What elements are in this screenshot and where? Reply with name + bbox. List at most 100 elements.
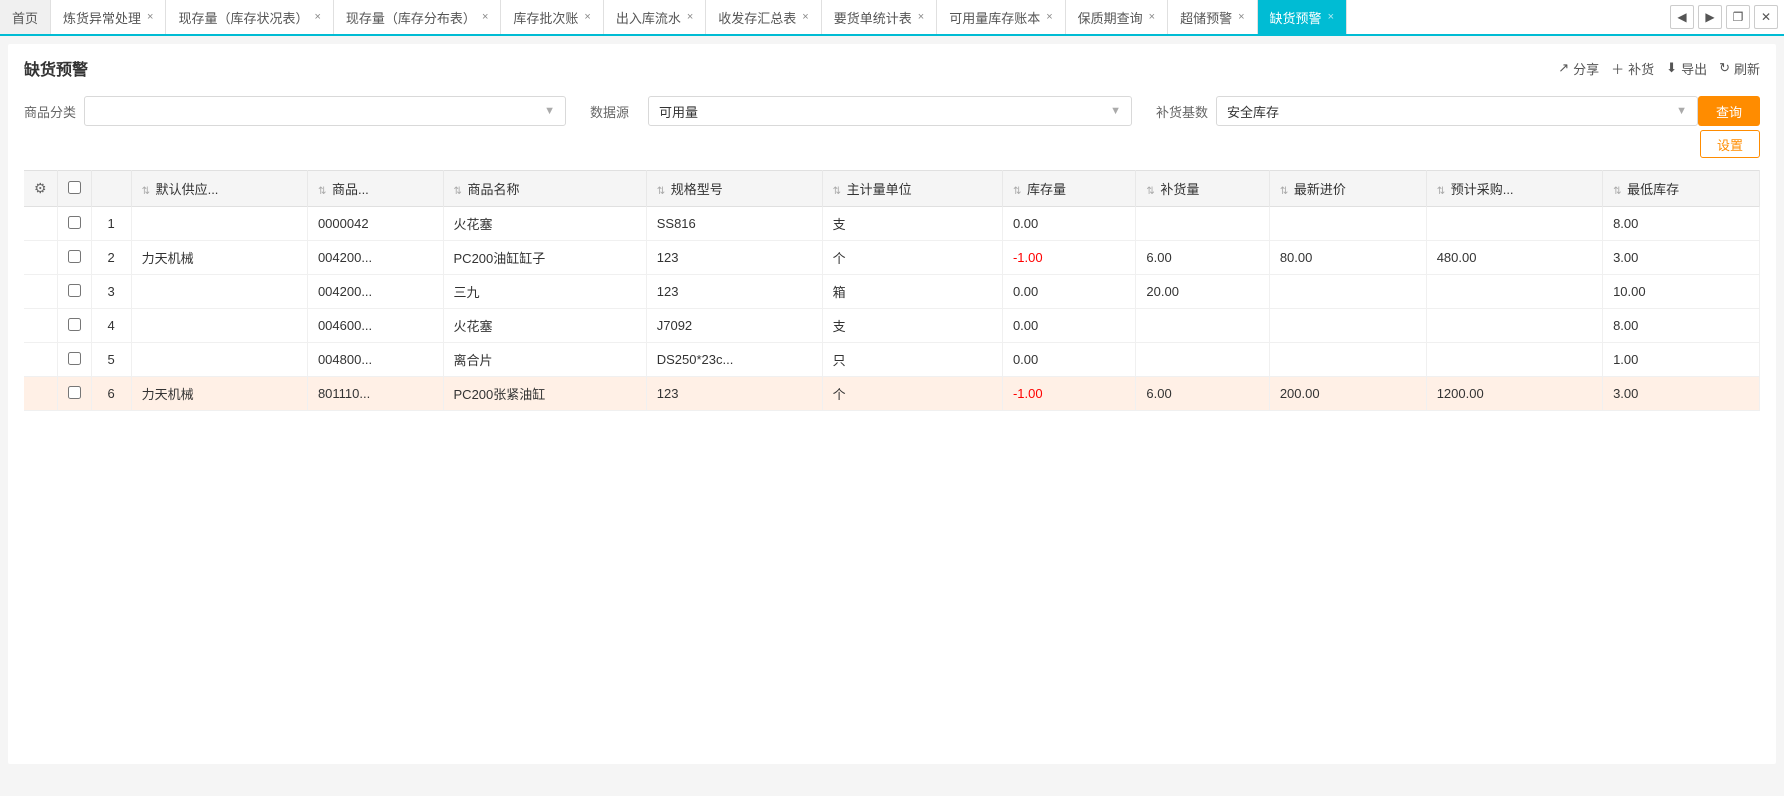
tab-yaohuo-stat[interactable]: 要货单统计表 × xyxy=(822,0,937,34)
th-gear[interactable]: ⚙ xyxy=(24,171,57,207)
td-code-2: 004200... xyxy=(307,275,443,309)
filter-row: 商品分类 ▼ 数据源 可用量 ▼ 补货基数 安全库存 ▼ xyxy=(24,96,1760,158)
th-latest-price: ⇅ 最新进价 xyxy=(1269,171,1426,207)
td-unit-4: 只 xyxy=(822,343,1002,377)
tab-close-quehuo[interactable]: × xyxy=(1328,11,1334,23)
header-actions: ↗ 分享 ＋ 补货 ⬇ 导出 ↻ 刷新 xyxy=(1558,59,1760,78)
td-unit-2: 箱 xyxy=(822,275,1002,309)
row-checkbox-2[interactable] xyxy=(68,284,81,297)
td-unit-1: 个 xyxy=(822,241,1002,275)
th-unit: ⇅ 主计量单位 xyxy=(822,171,1002,207)
row-checkbox-3[interactable] xyxy=(68,318,81,331)
tab-close-kucun-batch[interactable]: × xyxy=(584,11,590,23)
replenish-base-select[interactable]: 安全库存 ▼ xyxy=(1216,96,1698,126)
tab-prev-button[interactable]: ◀ xyxy=(1670,5,1694,29)
td-code-4: 004800... xyxy=(307,343,443,377)
th-default-supplier: ⇅ 默认供应... xyxy=(131,171,307,207)
tab-jinelicl[interactable]: 炼货异常处理 × xyxy=(51,0,166,34)
tab-baozhiqi[interactable]: 保质期查询 × xyxy=(1066,0,1168,34)
tab-close-yaohuo-stat[interactable]: × xyxy=(918,11,924,23)
select-all-checkbox[interactable] xyxy=(68,181,81,194)
tab-close-xiancunl-status[interactable]: × xyxy=(314,11,320,23)
tab-xiancunl-dist[interactable]: 现存量（库存分布表） × xyxy=(334,0,501,34)
tab-close-jinelicl[interactable]: × xyxy=(147,11,153,23)
refresh-button[interactable]: ↻ 刷新 xyxy=(1719,59,1760,78)
tab-shoufashou[interactable]: 收发存汇总表 × xyxy=(706,0,821,34)
row-checkbox-5[interactable] xyxy=(68,386,81,399)
datasource-arrow-icon: ▼ xyxy=(1110,105,1121,117)
td-min-stock-3: 8.00 xyxy=(1603,309,1760,343)
td-stock-2: 0.00 xyxy=(1002,275,1135,309)
td-replenish-3 xyxy=(1136,309,1269,343)
tab-keyongl-ledger[interactable]: 可用量库存账本 × xyxy=(937,0,1065,34)
tab-close-xiancunl-dist[interactable]: × xyxy=(482,11,488,23)
data-table: ⚙ ⇅ 默认供应... ⇅ 商品... ⇅ 商品名称 xyxy=(24,170,1760,411)
gear-icon[interactable]: ⚙ xyxy=(34,180,47,197)
settings-button[interactable]: 设置 xyxy=(1700,130,1760,158)
filter-datasource: 数据源 可用量 ▼ xyxy=(590,96,1132,126)
td-estimated-2 xyxy=(1426,275,1602,309)
tab-close-inout-flow[interactable]: × xyxy=(687,11,693,23)
td-row-num-2: 3 xyxy=(91,275,131,309)
sort-icon-name: ⇅ xyxy=(454,186,462,197)
table-row: 4 004600... 火花塞 J7092 支 0.00 8.00 xyxy=(24,309,1760,343)
td-spec-3: J7092 xyxy=(646,309,822,343)
td-min-stock-5: 3.00 xyxy=(1603,377,1760,411)
td-checkbox-3[interactable] xyxy=(57,309,91,343)
datasource-select[interactable]: 可用量 ▼ xyxy=(648,96,1132,126)
td-estimated-0 xyxy=(1426,207,1602,241)
tab-close-baozhiqi[interactable]: × xyxy=(1149,11,1155,23)
table-row: 1 0000042 火花塞 SS816 支 0.00 8.00 xyxy=(24,207,1760,241)
sort-icon-estimated: ⇅ xyxy=(1437,186,1445,197)
th-product-name: ⇅ 商品名称 xyxy=(443,171,646,207)
export-button[interactable]: ⬇ 导出 xyxy=(1666,59,1707,78)
tab-chaochuyu[interactable]: 超储预警 × xyxy=(1168,0,1257,34)
td-replenish-4 xyxy=(1136,343,1269,377)
tab-close-chaochuyu[interactable]: × xyxy=(1238,11,1244,23)
tab-close-keyongl-ledger[interactable]: × xyxy=(1046,11,1052,23)
tab-next-button[interactable]: ▶ xyxy=(1698,5,1722,29)
td-checkbox-2[interactable] xyxy=(57,275,91,309)
tab-close-shoufashou[interactable]: × xyxy=(802,11,808,23)
row-checkbox-4[interactable] xyxy=(68,352,81,365)
td-code-5: 801110... xyxy=(307,377,443,411)
tab-restore-button[interactable]: ❐ xyxy=(1726,5,1750,29)
th-row-num xyxy=(91,171,131,207)
th-stock: ⇅ 库存量 xyxy=(1002,171,1135,207)
td-checkbox-0[interactable] xyxy=(57,207,91,241)
replenish-button[interactable]: ＋ 补货 xyxy=(1611,59,1654,78)
share-button[interactable]: ↗ 分享 xyxy=(1558,59,1599,78)
td-price-2 xyxy=(1269,275,1426,309)
td-gear-5 xyxy=(24,377,57,411)
row-checkbox-1[interactable] xyxy=(68,250,81,263)
td-gear-3 xyxy=(24,309,57,343)
sort-icon-replenish: ⇅ xyxy=(1146,186,1154,197)
td-price-3 xyxy=(1269,309,1426,343)
td-price-1: 80.00 xyxy=(1269,241,1426,275)
td-spec-1: 123 xyxy=(646,241,822,275)
td-checkbox-1[interactable] xyxy=(57,241,91,275)
page-content: 缺货预警 ↗ 分享 ＋ 补货 ⬇ 导出 ↻ 刷新 商品分类 xyxy=(8,44,1776,764)
row-checkbox-0[interactable] xyxy=(68,216,81,229)
tab-quehuo[interactable]: 缺货预警 × xyxy=(1258,0,1347,34)
td-checkbox-5[interactable] xyxy=(57,377,91,411)
tab-kucun-batch[interactable]: 库存批次账 × xyxy=(501,0,603,34)
td-name-0: 火花塞 xyxy=(443,207,646,241)
td-code-1: 004200... xyxy=(307,241,443,275)
td-checkbox-4[interactable] xyxy=(57,343,91,377)
td-stock-1: -1.00 xyxy=(1002,241,1135,275)
tab-nav-buttons: ◀ ▶ ❐ ✕ xyxy=(1664,5,1784,29)
td-price-4 xyxy=(1269,343,1426,377)
tab-close-all-button[interactable]: ✕ xyxy=(1754,5,1778,29)
td-spec-0: SS816 xyxy=(646,207,822,241)
tab-xiancunl-status[interactable]: 现存量（库存状况表） × xyxy=(166,0,333,34)
category-select[interactable]: ▼ xyxy=(84,96,566,126)
td-estimated-3 xyxy=(1426,309,1602,343)
td-min-stock-4: 1.00 xyxy=(1603,343,1760,377)
td-stock-4: 0.00 xyxy=(1002,343,1135,377)
td-row-num-1: 2 xyxy=(91,241,131,275)
tab-inout-flow[interactable]: 出入库流水 × xyxy=(604,0,706,34)
sort-icon-spec: ⇅ xyxy=(657,186,665,197)
query-button[interactable]: 查询 xyxy=(1698,96,1760,126)
tab-home[interactable]: 首页 xyxy=(0,0,51,34)
